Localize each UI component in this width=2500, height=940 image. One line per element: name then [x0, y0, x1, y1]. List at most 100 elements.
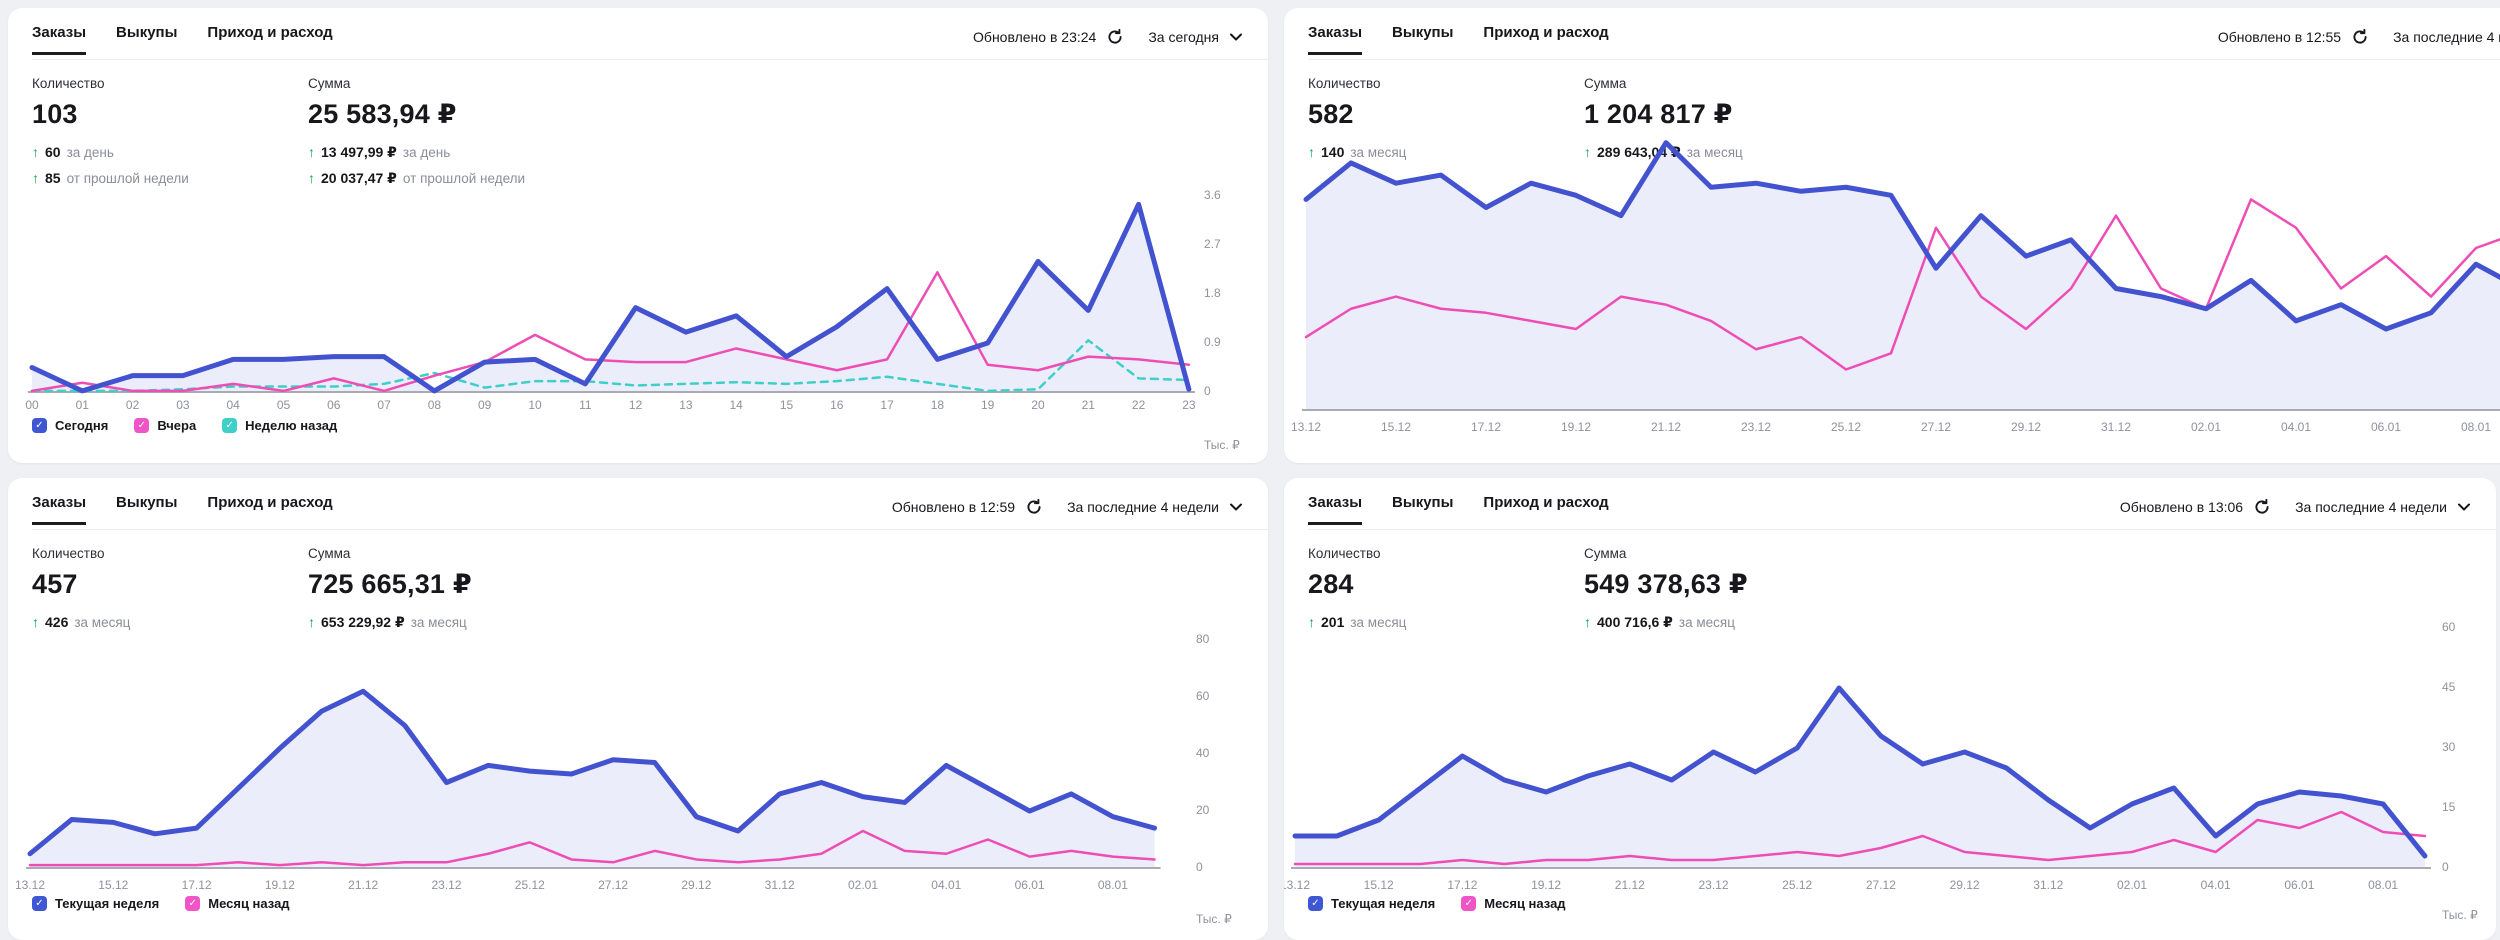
legend-checkbox[interactable]: ✓ [32, 896, 47, 911]
chart-legend: ✓ Текущая неделя ✓ Месяц назад [32, 896, 290, 911]
y-axis-unit: Тыс. ₽ [1204, 438, 1240, 452]
y-tick-label: 30 [2442, 740, 2456, 754]
legend-checkbox[interactable]: ✓ [1461, 896, 1477, 911]
x-tick-label: 06 [327, 398, 341, 412]
x-tick-label: 31.12 [2033, 878, 2064, 892]
x-tick-label: 02.01 [847, 878, 879, 892]
x-tick-label: 06.01 [2370, 420, 2402, 434]
x-tick-label: 02.01 [2116, 878, 2148, 892]
chart-orders-today [28, 201, 1195, 394]
x-tick-label: 17.12 [1447, 878, 1478, 892]
x-tick-label: 17 [880, 398, 894, 412]
x-tick-label: 15.12 [1380, 420, 1412, 434]
legend-checkbox[interactable]: ✓ [185, 896, 201, 911]
dashboard-panel-orders-today: Заказы Выкупы Приход и расход Обновлено в 2… [8, 8, 1268, 463]
legend-item: ✓ Текущая неделя [32, 896, 159, 911]
y-tick-label: 1.8 [1204, 286, 1221, 301]
x-tick-label: 13.12 [1284, 878, 1311, 892]
x-tick-label: 17.12 [1470, 420, 1502, 434]
x-tick-label: 23.12 [1698, 878, 1729, 892]
y-tick-label: 60 [2442, 620, 2456, 634]
legend-label: Месяц назад [208, 896, 290, 911]
x-tick-label: 18 [930, 398, 945, 412]
x-tick-label: 08.01 [1097, 878, 1128, 892]
x-tick-label: 27.12 [1865, 878, 1896, 892]
x-tick-label: 29.12 [2010, 420, 2042, 434]
x-tick-label: 22 [1131, 398, 1146, 412]
chart-legend: ✓ Текущая неделя ✓ Месяц назад [1308, 896, 1566, 911]
x-tick-label: 01 [75, 398, 89, 412]
legend-item: ✓ Месяц назад [1461, 896, 1566, 911]
x-tick-label: 21.12 [348, 878, 379, 892]
x-tick-label: 00 [25, 398, 39, 412]
x-tick-label: 15.12 [1363, 878, 1394, 892]
x-tick-label: 19.12 [1531, 878, 1562, 892]
x-tick-label: 23 [1182, 398, 1196, 412]
y-tick-label: 20 [1196, 803, 1210, 817]
y-tick-label: 0 [2442, 860, 2449, 874]
legend-label: Вчера [157, 418, 197, 433]
chart-legend: ✓ Сегодня ✓ Вчера ✓ Неделю назад [32, 418, 337, 433]
y-tick-label: 60 [1196, 689, 1210, 703]
y-tick-label: 0 [1204, 384, 1211, 398]
legend-checkbox[interactable]: ✓ [222, 418, 238, 433]
x-tick-label: 05 [276, 398, 291, 412]
chart-orders-4weeks-top [1302, 140, 2500, 411]
legend-item: ✓ Вчера [134, 418, 196, 433]
y-tick-label: 15 [2442, 800, 2456, 814]
x-tick-label: 02 [125, 398, 140, 412]
x-tick-label: 13 [679, 398, 693, 412]
x-tick-label: 08.01 [2460, 420, 2492, 434]
x-tick-label: 27.12 [598, 878, 629, 892]
y-tick-label: 2.7 [1204, 237, 1221, 252]
x-tick-label: 14 [729, 398, 743, 412]
x-tick-label: 10 [528, 398, 542, 412]
x-tick-label: 17.12 [181, 878, 212, 892]
y-tick-label: 3.6 [1204, 188, 1221, 203]
x-tick-label: 06.01 [1014, 878, 1045, 892]
x-tick-label: 16 [830, 398, 844, 412]
x-tick-label: 13.12 [1290, 420, 1322, 434]
x-tick-label: 31.12 [764, 878, 795, 892]
x-tick-label: 25.12 [514, 878, 545, 892]
x-tick-label: 04.01 [2200, 878, 2231, 892]
dashboard-panel-orders-4weeks-top: Заказы Выкупы Приход и расход Обновлено в 1… [1284, 8, 2500, 463]
x-tick-label: 19.12 [264, 878, 295, 892]
y-tick-label: 80 [1196, 632, 1210, 646]
x-tick-label: 08 [427, 398, 442, 412]
x-tick-label: 08.01 [2368, 878, 2399, 892]
legend-item: ✓ Неделю назад [222, 418, 337, 433]
y-axis-unit: Тыс. ₽ [1196, 912, 1232, 926]
x-tick-label: 19 [981, 398, 995, 412]
x-tick-label: 11 [579, 398, 592, 412]
chart-orders-4weeks-bottom-left [26, 688, 1161, 869]
series-fill [1306, 142, 2500, 410]
x-tick-label: 27.12 [1920, 420, 1952, 434]
x-tick-label: 07 [377, 398, 391, 412]
legend-checkbox[interactable]: ✓ [32, 418, 47, 433]
x-tick-label: 06.01 [2284, 878, 2315, 892]
x-tick-label: 02.01 [2190, 420, 2222, 434]
x-tick-label: 21 [1081, 398, 1095, 412]
legend-label: Текущая неделя [55, 896, 160, 911]
x-tick-label: 03 [176, 398, 190, 412]
x-tick-label: 04.01 [2280, 420, 2312, 434]
legend-item: ✓ Сегодня [32, 418, 108, 433]
legend-label: Сегодня [55, 418, 109, 433]
legend-label: Неделю назад [245, 418, 338, 433]
x-tick-label: 29.12 [681, 878, 712, 892]
legend-checkbox[interactable]: ✓ [134, 418, 150, 433]
dashboard-panel-orders-4weeks-bottom-left: Заказы Выкупы Приход и расход Обновлено в 1… [8, 478, 1268, 940]
x-tick-label: 20 [1031, 398, 1045, 412]
x-tick-label: 15.12 [98, 878, 129, 892]
x-tick-label: 25.12 [1782, 878, 1813, 892]
legend-item: ✓ Месяц назад [185, 896, 290, 911]
y-tick-label: 0.9 [1204, 335, 1221, 350]
y-tick-label: 45 [2442, 680, 2456, 694]
x-tick-label: 15 [779, 398, 794, 412]
legend-checkbox[interactable]: ✓ [1308, 896, 1323, 911]
chart-orders-4weeks-bottom-right [1291, 685, 2431, 869]
y-axis-unit: Тыс. ₽ [2442, 908, 2478, 922]
y-tick-label: 0 [1196, 860, 1203, 874]
x-tick-label: 13.12 [14, 878, 46, 892]
